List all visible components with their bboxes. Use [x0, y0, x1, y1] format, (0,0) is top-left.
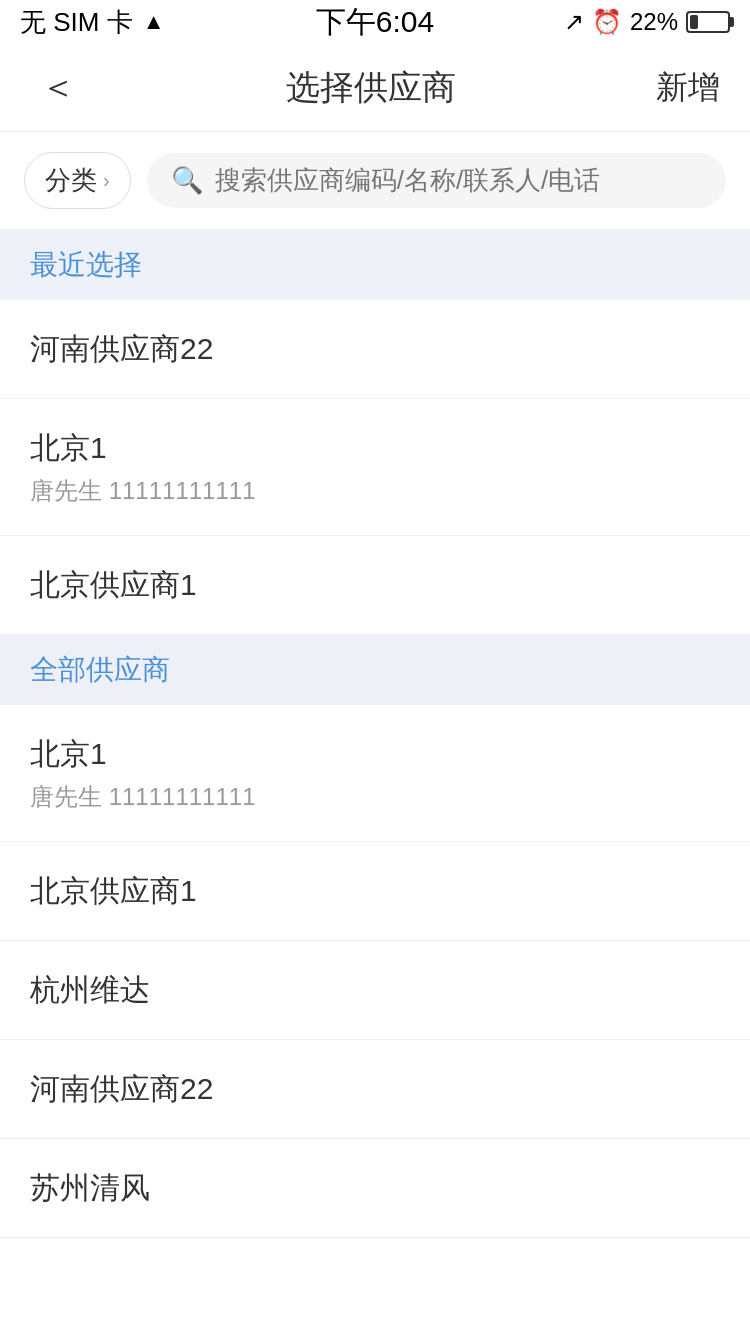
all-section-title: 全部供应商: [30, 654, 170, 685]
filter-bar: 分类 › 🔍: [0, 132, 750, 230]
item-name: 北京1: [30, 427, 720, 469]
category-label: 分类: [45, 163, 97, 198]
search-input[interactable]: [215, 165, 702, 196]
list-item[interactable]: 河南供应商22: [0, 1040, 750, 1139]
list-item[interactable]: 河南供应商22: [0, 300, 750, 399]
recent-section-header: 最近选择: [0, 230, 750, 300]
all-section-header: 全部供应商: [0, 635, 750, 705]
recent-section-title: 最近选择: [30, 249, 142, 280]
item-name: 北京供应商1: [30, 870, 720, 912]
category-filter-button[interactable]: 分类 ›: [24, 152, 131, 209]
item-name: 杭州维达: [30, 969, 720, 1011]
list-item[interactable]: 杭州维达: [0, 941, 750, 1040]
battery-fill: [690, 15, 698, 29]
search-box[interactable]: 🔍: [147, 153, 726, 208]
list-item[interactable]: 北京供应商1: [0, 536, 750, 635]
all-list: 北京1 唐先生 11111111111 北京供应商1 杭州维达河南供应商22 苏州清风: [0, 705, 750, 1238]
battery-bar: [686, 11, 730, 33]
alarm-icon: ⏰: [592, 8, 622, 36]
carrier-label: 无 SIM 卡: [20, 5, 133, 40]
list-item[interactable]: 北京供应商1: [0, 842, 750, 941]
status-right: ↗ ⏰ 22%: [564, 8, 730, 36]
recent-list: 河南供应商22 北京1 唐先生 11111111111 北京供应商1: [0, 300, 750, 635]
battery-percent: 22%: [630, 8, 678, 36]
status-time: 下午6:04: [316, 2, 434, 43]
item-sub: 唐先生 11111111111: [30, 781, 720, 813]
item-name: 北京供应商1: [30, 564, 720, 606]
back-button[interactable]: ＜: [30, 53, 86, 122]
item-name: 苏州清风: [30, 1167, 720, 1209]
add-button[interactable]: 新增: [656, 66, 720, 110]
item-name: 河南供应商22: [30, 1068, 720, 1110]
wifi-icon: ▲: [143, 9, 165, 35]
nav-bar: ＜ 选择供应商 新增: [0, 44, 750, 132]
item-name: 北京1: [30, 733, 720, 775]
chevron-right-icon: ›: [103, 169, 110, 192]
status-bar: 无 SIM 卡 ▲ 下午6:04 ↗ ⏰ 22%: [0, 0, 750, 44]
location-icon: ↗: [564, 8, 584, 36]
list-item[interactable]: 苏州清风: [0, 1139, 750, 1238]
item-sub: 唐先生 11111111111: [30, 475, 720, 507]
status-left: 无 SIM 卡 ▲: [20, 5, 164, 40]
page-title: 选择供应商: [286, 65, 456, 111]
search-icon: 🔍: [171, 165, 203, 196]
list-item[interactable]: 北京1 唐先生 11111111111: [0, 705, 750, 842]
list-item[interactable]: 北京1 唐先生 11111111111: [0, 399, 750, 536]
item-name: 河南供应商22: [30, 328, 720, 370]
